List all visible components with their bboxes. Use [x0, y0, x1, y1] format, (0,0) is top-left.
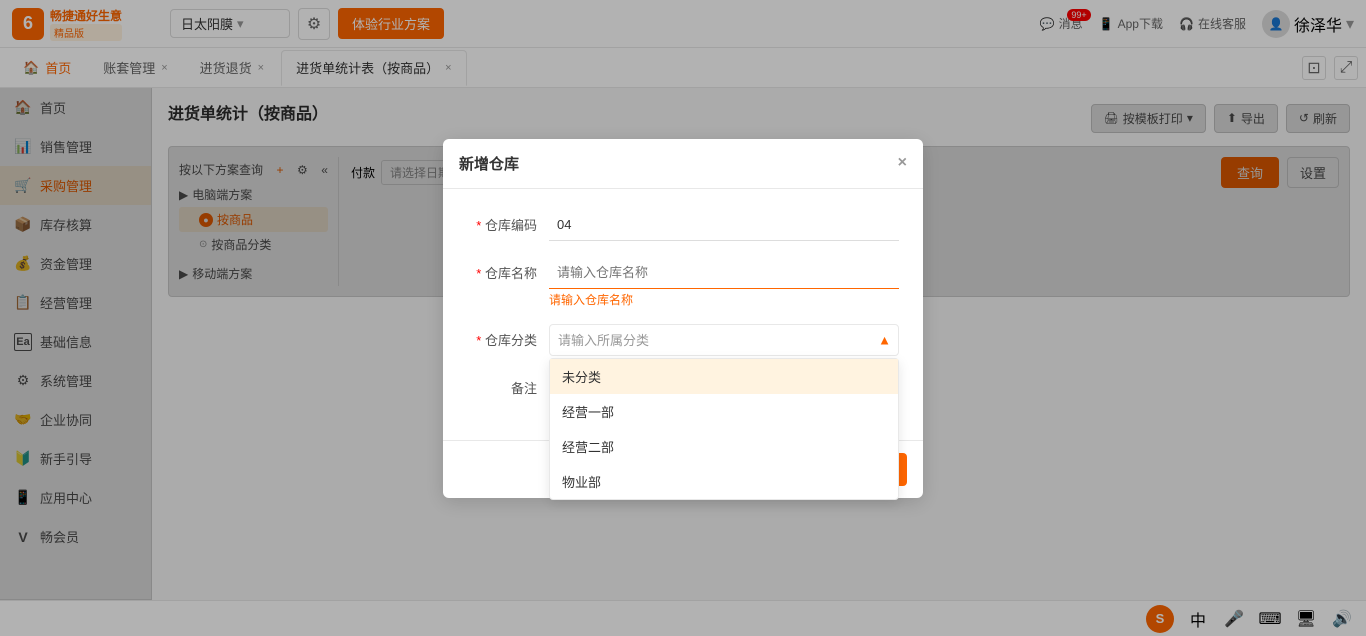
category-field-row: * 仓库分类 请输入所属分类 ▲ 未分类 经营一部 经营二部 物业部	[467, 324, 899, 356]
name-error-message: 请输入仓库名称	[549, 291, 899, 308]
new-warehouse-dialog: 新增仓库 × * 仓库编码 * 仓库名称	[443, 139, 923, 498]
code-input[interactable]	[549, 209, 899, 241]
dropdown-item-ops1[interactable]: 经营一部	[550, 394, 898, 429]
name-label: * 仓库名称	[467, 257, 537, 282]
dropdown-item-ops2[interactable]: 经营二部	[550, 429, 898, 464]
note-label: 备注	[467, 372, 537, 397]
category-dropdown: 未分类 经营一部 经营二部 物业部	[549, 358, 899, 500]
code-input-wrapper	[549, 209, 899, 241]
chevron-up-icon: ▲	[878, 332, 891, 347]
code-label: * 仓库编码	[467, 209, 537, 234]
dropdown-item-unclassified[interactable]: 未分类	[550, 359, 898, 394]
modal-overlay: 新增仓库 × * 仓库编码 * 仓库名称	[0, 0, 1366, 636]
category-select-wrapper: 请输入所属分类 ▲ 未分类 经营一部 经营二部 物业部	[549, 324, 899, 356]
category-placeholder: 请输入所属分类	[558, 330, 649, 349]
dialog-body: * 仓库编码 * 仓库名称 请输入仓库名称	[443, 189, 923, 440]
dialog-header: 新增仓库 ×	[443, 139, 923, 189]
category-label: * 仓库分类	[467, 324, 537, 349]
name-input-wrapper: 请输入仓库名称	[549, 257, 899, 308]
close-button[interactable]: ×	[898, 154, 907, 172]
name-input[interactable]	[549, 257, 899, 289]
dropdown-item-property[interactable]: 物业部	[550, 464, 898, 499]
dialog-title: 新增仓库	[459, 153, 519, 174]
code-field-row: * 仓库编码	[467, 209, 899, 241]
category-select[interactable]: 请输入所属分类 ▲	[549, 324, 899, 356]
name-field-row: * 仓库名称 请输入仓库名称	[467, 257, 899, 308]
